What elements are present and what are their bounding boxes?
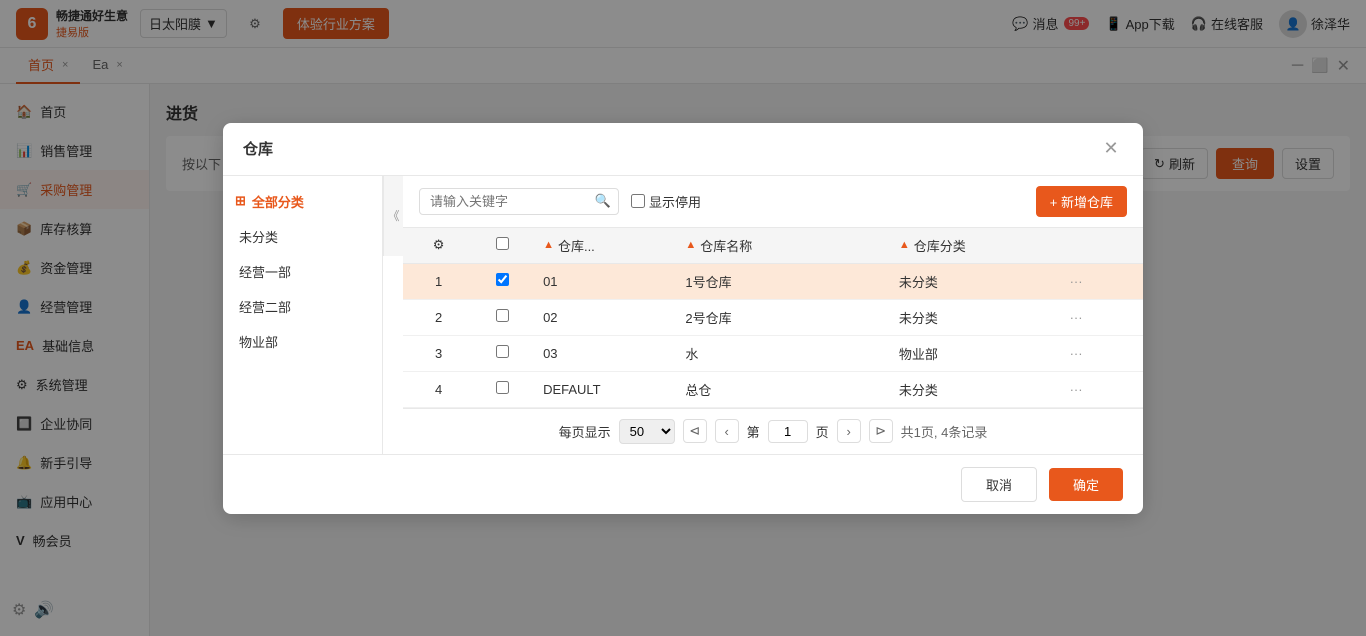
modal-cat-ops1[interactable]: 经营一部 xyxy=(223,254,382,289)
table-row[interactable]: 3 03 水 物业部 ··· xyxy=(403,335,1143,371)
row-checkbox[interactable] xyxy=(496,309,509,322)
row-num: 4 xyxy=(403,371,474,407)
per-page-select[interactable]: 50 100 200 xyxy=(619,419,675,444)
row-name: 总仓 xyxy=(673,371,886,407)
modal-cat-unclassified[interactable]: 未分类 xyxy=(223,219,382,254)
cancel-button[interactable]: 取消 xyxy=(961,467,1037,502)
add-warehouse-button[interactable]: + 新增仓库 xyxy=(1036,186,1127,217)
row-num: 1 xyxy=(403,263,474,299)
modal-close-button[interactable]: ✕ xyxy=(1099,137,1123,161)
modal-footer: 取消 确定 xyxy=(223,454,1143,514)
show-disabled-checkbox[interactable] xyxy=(631,194,645,208)
gear-col-icon: ⚙ xyxy=(433,237,445,252)
modal-body: ⊞ 全部分类 未分类 经营一部 经营二部 物业部 《 xyxy=(223,176,1143,454)
more-icon[interactable]: ··· xyxy=(1070,274,1083,289)
sidebar-collapse-button[interactable]: 《 xyxy=(383,176,403,256)
modal-overlay: 仓库 ✕ ⊞ 全部分类 未分类 经营一部 经营二部 xyxy=(0,0,1366,636)
th-category: ▲ 仓库分类 xyxy=(887,228,1058,264)
row-checkbox-cell[interactable] xyxy=(474,371,531,407)
modal-toolbar: 🔍 显示停用 + 新增仓库 xyxy=(403,176,1143,228)
show-disabled-label[interactable]: 显示停用 xyxy=(631,192,701,211)
row-category: 未分类 xyxy=(887,371,1058,407)
modal-cat-property[interactable]: 物业部 xyxy=(223,324,382,359)
search-input[interactable] xyxy=(419,188,619,215)
th-code: ▲ 仓库... xyxy=(531,228,673,264)
more-icon[interactable]: ··· xyxy=(1070,346,1083,361)
th-checkbox xyxy=(474,228,531,264)
row-action[interactable]: ··· xyxy=(1058,299,1143,335)
sort-icon: ▲ xyxy=(543,239,554,251)
prev-page-button[interactable]: ‹ xyxy=(715,419,739,443)
row-code: 01 xyxy=(531,263,673,299)
more-icon[interactable]: ··· xyxy=(1070,382,1083,397)
modal-cat-all[interactable]: ⊞ 全部分类 xyxy=(223,184,382,219)
first-page-button[interactable]: ⊲ xyxy=(683,419,707,443)
row-category: 未分类 xyxy=(887,299,1058,335)
table-row[interactable]: 4 DEFAULT 总仓 未分类 ··· xyxy=(403,371,1143,407)
row-checkbox[interactable] xyxy=(496,381,509,394)
row-name: 2号仓库 xyxy=(673,299,886,335)
next-page-button[interactable]: › xyxy=(837,419,861,443)
more-icon[interactable]: ··· xyxy=(1070,310,1083,325)
select-all-checkbox[interactable] xyxy=(496,237,509,250)
th-name: ▲ 仓库名称 xyxy=(673,228,886,264)
row-action[interactable]: ··· xyxy=(1058,335,1143,371)
modal-title: 仓库 xyxy=(243,138,273,159)
row-action[interactable]: ··· xyxy=(1058,263,1143,299)
page-input[interactable] xyxy=(768,420,808,443)
per-page-label: 每页显示 xyxy=(559,422,611,441)
row-category: 物业部 xyxy=(887,335,1058,371)
modal-pagination: 每页显示 50 100 200 ⊲ ‹ 第 页 › ⊳ 共1页, 4条记录 xyxy=(403,408,1143,454)
row-code: 03 xyxy=(531,335,673,371)
search-icon[interactable]: 🔍 xyxy=(595,193,611,209)
row-num: 3 xyxy=(403,335,474,371)
row-action[interactable]: ··· xyxy=(1058,371,1143,407)
row-category: 未分类 xyxy=(887,263,1058,299)
table-row[interactable]: 1 01 1号仓库 未分类 ··· xyxy=(403,263,1143,299)
page-label: 页 xyxy=(816,422,829,441)
row-checkbox[interactable] xyxy=(496,273,509,286)
page-label-before: 第 xyxy=(747,422,760,441)
modal-table: ⚙ ▲ 仓库... xyxy=(403,228,1143,408)
row-num: 2 xyxy=(403,299,474,335)
row-code: DEFAULT xyxy=(531,371,673,407)
row-checkbox[interactable] xyxy=(496,345,509,358)
row-checkbox-cell[interactable] xyxy=(474,299,531,335)
th-settings: ⚙ xyxy=(403,228,474,264)
row-code: 02 xyxy=(531,299,673,335)
warehouse-table: ⚙ ▲ 仓库... xyxy=(403,228,1143,408)
modal-cat-ops2[interactable]: 经营二部 xyxy=(223,289,382,324)
sort-name-icon: ▲ xyxy=(685,239,696,251)
last-page-button[interactable]: ⊳ xyxy=(869,419,893,443)
row-checkbox-cell[interactable] xyxy=(474,263,531,299)
confirm-button[interactable]: 确定 xyxy=(1049,468,1123,501)
modal-header: 仓库 ✕ xyxy=(223,123,1143,176)
modal-content-area: 🔍 显示停用 + 新增仓库 ⚙ xyxy=(403,176,1143,454)
th-action xyxy=(1058,228,1143,264)
search-input-wrap: 🔍 xyxy=(419,188,619,215)
modal: 仓库 ✕ ⊞ 全部分类 未分类 经营一部 经营二部 xyxy=(223,123,1143,514)
row-name: 水 xyxy=(673,335,886,371)
modal-sidebar: ⊞ 全部分类 未分类 经营一部 经营二部 物业部 xyxy=(223,176,383,454)
total-info: 共1页, 4条记录 xyxy=(901,422,988,441)
row-checkbox-cell[interactable] xyxy=(474,335,531,371)
sort-cat-icon: ▲ xyxy=(899,239,910,251)
grid-icon: ⊞ xyxy=(235,193,246,209)
table-row[interactable]: 2 02 2号仓库 未分类 ··· xyxy=(403,299,1143,335)
row-name: 1号仓库 xyxy=(673,263,886,299)
